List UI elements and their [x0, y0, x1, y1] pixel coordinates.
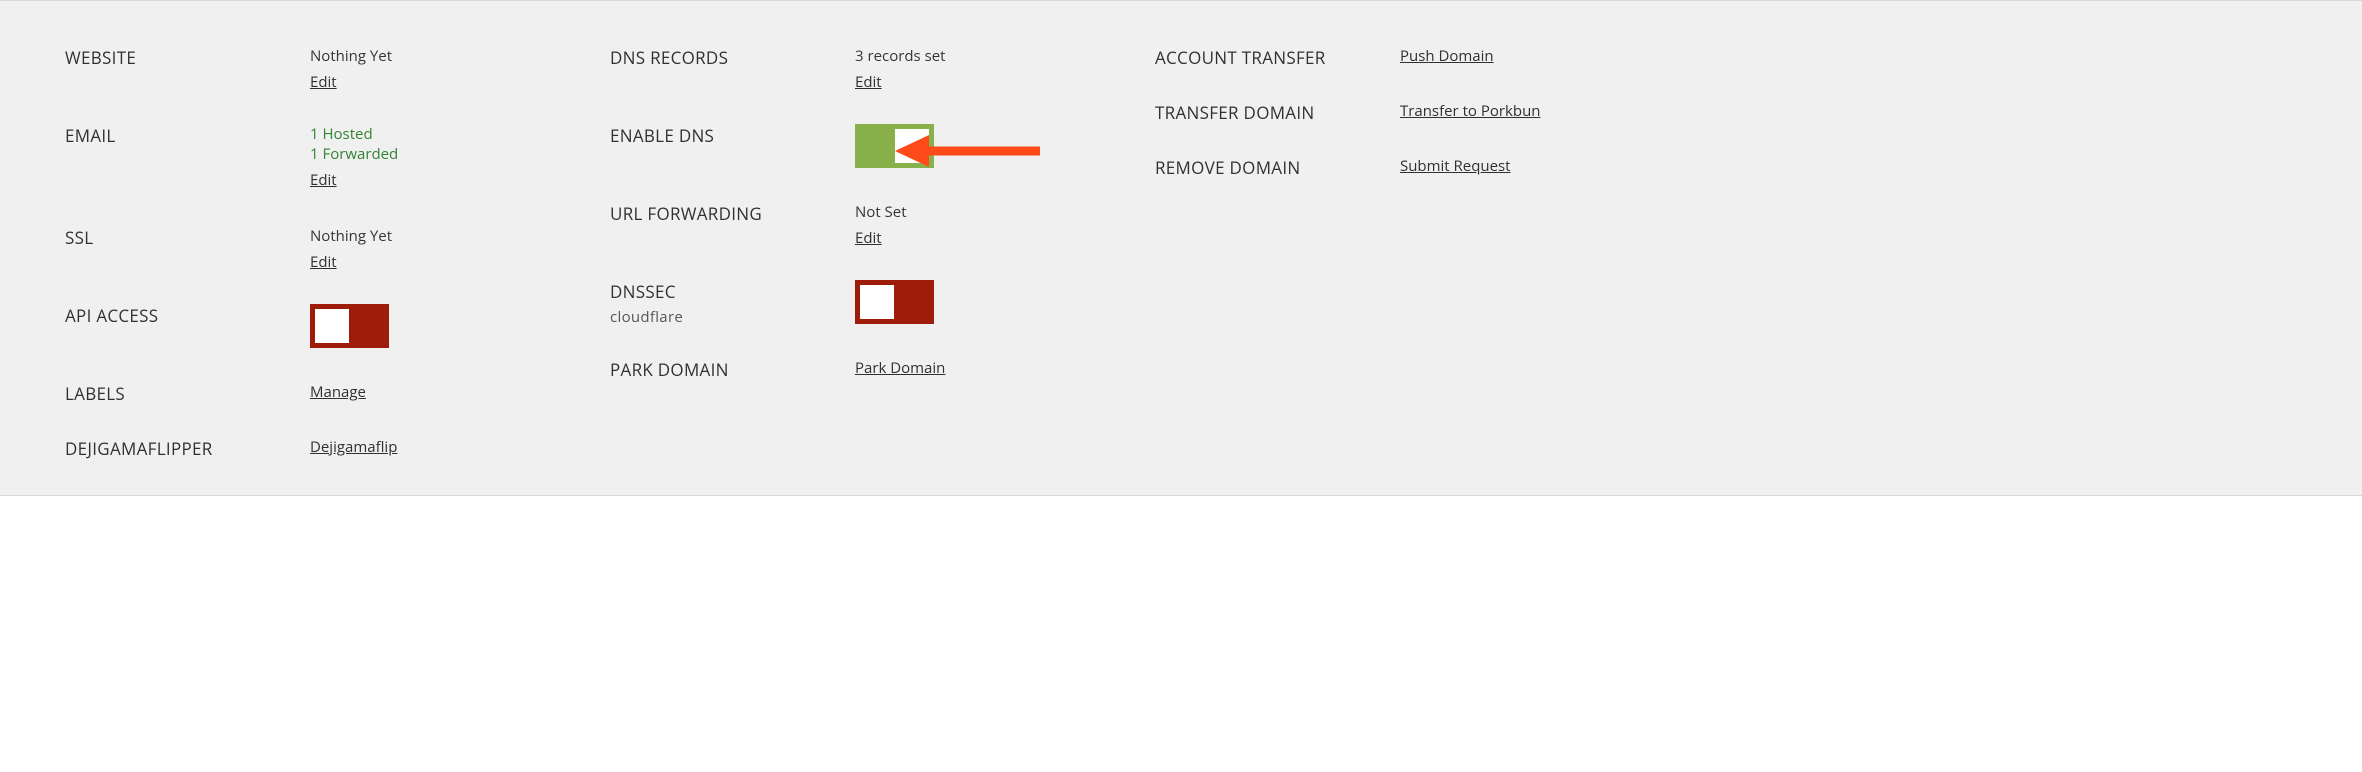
push-domain-link[interactable]: Push Domain — [1400, 46, 1494, 66]
dnssec-toggle[interactable] — [855, 280, 934, 324]
ssl-label: SSL — [65, 221, 310, 299]
account-transfer-label: ACCOUNT TRANSFER — [1155, 41, 1400, 96]
domain-settings-panel: WEBSITE Nothing Yet Edit EMAIL 1 Hosted … — [0, 0, 2362, 496]
submit-request-link[interactable]: Submit Request — [1400, 156, 1511, 176]
dejigamaflip-link[interactable]: Dejigamaflip — [310, 437, 397, 457]
dejigamaflipper-label: DEJIGAMAFLIPPER — [65, 432, 310, 465]
url-forwarding-status: Not Set — [855, 202, 1100, 222]
park-domain-link[interactable]: Park Domain — [855, 358, 945, 378]
website-edit-link[interactable]: Edit — [310, 72, 337, 92]
dns-records-status: 3 records set — [855, 46, 1100, 66]
dnssec-value — [855, 275, 1100, 353]
toggle-knob — [315, 309, 349, 343]
email-label: EMAIL — [65, 119, 310, 221]
labels-value: Manage — [310, 377, 555, 432]
email-forwarded: 1 Forwarded — [310, 144, 555, 164]
settings-column-3: ACCOUNT TRANSFER Push Domain TRANSFER DO… — [1100, 41, 1645, 465]
dnssec-label-block: DNSSEC cloudflare — [610, 275, 855, 353]
labels-manage-link[interactable]: Manage — [310, 382, 366, 402]
email-edit-link[interactable]: Edit — [310, 170, 337, 190]
dnssec-sublabel: cloudflare — [610, 307, 855, 327]
remove-domain-label: REMOVE DOMAIN — [1155, 151, 1400, 206]
url-forwarding-value: Not Set Edit — [855, 197, 1100, 275]
dns-records-edit-link[interactable]: Edit — [855, 72, 882, 92]
park-domain-value: Park Domain — [855, 353, 1100, 403]
website-value: Nothing Yet Edit — [310, 41, 555, 119]
api-access-label: API ACCESS — [65, 299, 310, 377]
enable-dns-toggle[interactable] — [855, 124, 934, 168]
ssl-status: Nothing Yet — [310, 226, 555, 246]
account-transfer-value: Push Domain — [1400, 41, 1645, 96]
transfer-domain-label: TRANSFER DOMAIN — [1155, 96, 1400, 151]
dns-records-label: DNS RECORDS — [610, 41, 855, 119]
url-forwarding-label: URL FORWARDING — [610, 197, 855, 275]
dnssec-label: DNSSEC — [610, 280, 855, 303]
toggle-knob — [895, 129, 929, 163]
website-status: Nothing Yet — [310, 46, 555, 66]
api-access-toggle[interactable] — [310, 304, 389, 348]
enable-dns-label: ENABLE DNS — [610, 119, 855, 197]
api-access-value — [310, 299, 555, 377]
dns-records-value: 3 records set Edit — [855, 41, 1100, 119]
park-domain-label: PARK DOMAIN — [610, 353, 855, 403]
website-label: WEBSITE — [65, 41, 310, 119]
settings-column-1: WEBSITE Nothing Yet Edit EMAIL 1 Hosted … — [10, 41, 555, 465]
ssl-edit-link[interactable]: Edit — [310, 252, 337, 272]
toggle-knob — [860, 285, 894, 319]
url-forwarding-edit-link[interactable]: Edit — [855, 228, 882, 248]
remove-domain-value: Submit Request — [1400, 151, 1645, 206]
dejigamaflipper-value: Dejigamaflip — [310, 432, 555, 465]
transfer-domain-value: Transfer to Porkbun — [1400, 96, 1645, 151]
email-value: 1 Hosted 1 Forwarded Edit — [310, 119, 555, 221]
email-hosted: 1 Hosted — [310, 124, 555, 144]
labels-label: LABELS — [65, 377, 310, 432]
enable-dns-value — [855, 119, 1100, 197]
settings-column-2: DNS RECORDS 3 records set Edit ENABLE DN… — [555, 41, 1100, 465]
transfer-to-porkbun-link[interactable]: Transfer to Porkbun — [1400, 101, 1540, 121]
ssl-value: Nothing Yet Edit — [310, 221, 555, 299]
